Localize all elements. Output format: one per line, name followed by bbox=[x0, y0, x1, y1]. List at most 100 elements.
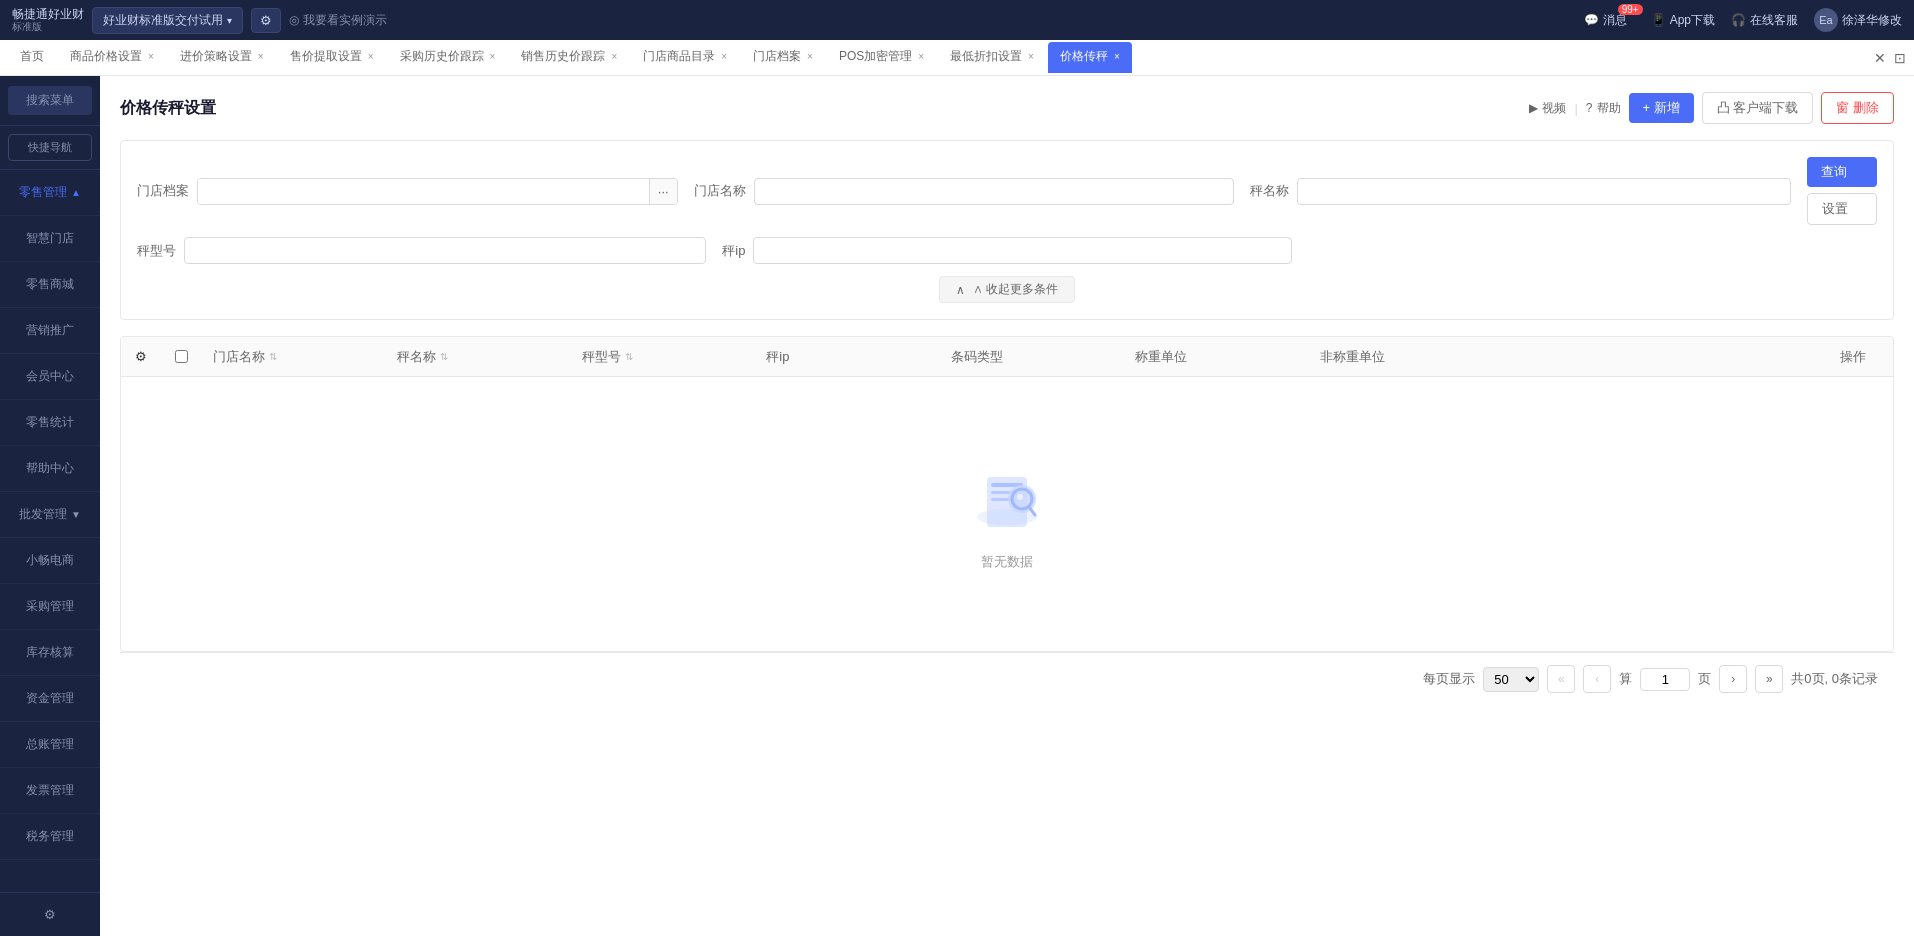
next-page-button[interactable]: › bbox=[1719, 665, 1747, 693]
help-link[interactable]: ? 帮助 bbox=[1586, 100, 1621, 117]
per-page-select[interactable]: 10 20 50 100 bbox=[1483, 667, 1539, 692]
sidebar-item-member-center[interactable]: 会员中心 bbox=[0, 354, 100, 400]
th-scale-model: 秤型号 ⇅ bbox=[570, 348, 754, 366]
page-input[interactable] bbox=[1640, 668, 1690, 691]
sidebar-item-label: 批发管理 bbox=[19, 506, 67, 523]
store-archive-label: 门店档案 bbox=[137, 182, 189, 200]
sidebar-settings-button[interactable]: ⚙ bbox=[0, 892, 100, 936]
tab-close-window-button[interactable]: ✕ bbox=[1874, 50, 1886, 66]
store-archive-input[interactable] bbox=[198, 179, 649, 204]
sidebar-item-label: 税务管理 bbox=[26, 828, 74, 845]
tab-purchase-history[interactable]: 采购历史价跟踪 × bbox=[388, 42, 508, 73]
version-selector[interactable]: 好业财标准版交付试用 ▾ bbox=[92, 7, 243, 34]
tab-close-icon[interactable]: × bbox=[258, 51, 264, 62]
add-button[interactable]: + 新增 bbox=[1629, 93, 1694, 123]
sidebar-item-label: 总账管理 bbox=[26, 736, 74, 753]
scale-name-input[interactable] bbox=[1297, 178, 1791, 205]
sidebar-item-invoice[interactable]: 发票管理 bbox=[0, 768, 100, 814]
tab-min-discount[interactable]: 最低折扣设置 × bbox=[938, 42, 1046, 73]
tab-close-icon[interactable]: × bbox=[490, 51, 496, 62]
sidebar-item-retail-mall[interactable]: 零售商城 bbox=[0, 262, 100, 308]
select-all-checkbox[interactable] bbox=[175, 350, 188, 363]
tab-close-icon[interactable]: × bbox=[1114, 51, 1120, 62]
table-settings-cell[interactable]: ⚙ bbox=[121, 349, 161, 364]
settings-icon: ⚙ bbox=[260, 13, 272, 28]
scale-model-input[interactable] bbox=[184, 237, 706, 264]
tab-home[interactable]: 首页 bbox=[8, 42, 56, 73]
tab-close-icon[interactable]: × bbox=[368, 51, 374, 62]
sidebar-item-label: 库存核算 bbox=[26, 644, 74, 661]
table-header: ⚙ 门店名称 ⇅ 秤名称 ⇅ 秤型号 ⇅ bbox=[121, 337, 1893, 377]
tab-price-extract[interactable]: 售价提取设置 × bbox=[278, 42, 386, 73]
video-link[interactable]: ▶ 视频 bbox=[1529, 100, 1566, 117]
tab-maximize-button[interactable]: ⊡ bbox=[1894, 50, 1906, 66]
sidebar-item-label: 会员中心 bbox=[26, 368, 74, 385]
page-suffix-label: 页 bbox=[1698, 670, 1711, 688]
sidebar-item-marketing[interactable]: 营销推广 bbox=[0, 308, 100, 354]
sort-icon[interactable]: ⇅ bbox=[625, 351, 633, 362]
tab-close-icon[interactable]: × bbox=[611, 51, 617, 62]
header-right: 💬 消息 99+ 📱 App下载 🎧 在线客服 Ea 徐泽华修改 bbox=[1576, 8, 1902, 32]
page-label: 算 bbox=[1619, 670, 1632, 688]
quick-nav-area: 快捷导航 bbox=[0, 126, 100, 170]
store-archive-input-container: ··· bbox=[197, 178, 678, 205]
tab-store-archive[interactable]: 门店档案 × bbox=[741, 42, 825, 73]
divider: | bbox=[1574, 101, 1577, 116]
user-avatar-button[interactable]: Ea 徐泽华修改 bbox=[1814, 8, 1902, 32]
settings-query-button[interactable]: 设置 bbox=[1807, 193, 1877, 225]
sort-icon[interactable]: ⇅ bbox=[440, 351, 448, 362]
sidebar-item-tax[interactable]: 税务管理 bbox=[0, 814, 100, 860]
tab-bar-right: ✕ ⊡ bbox=[1874, 50, 1906, 66]
first-page-button[interactable]: « bbox=[1547, 665, 1575, 693]
table-checkbox-all[interactable] bbox=[161, 350, 201, 363]
prev-page-button[interactable]: ‹ bbox=[1583, 665, 1611, 693]
delete-button[interactable]: 窗 删除 bbox=[1821, 92, 1894, 124]
sidebar-item-ecommerce[interactable]: 小畅电商 bbox=[0, 538, 100, 584]
sidebar-item-purchase-management[interactable]: 采购管理 bbox=[0, 584, 100, 630]
sidebar-item-general-ledger[interactable]: 总账管理 bbox=[0, 722, 100, 768]
tab-close-icon[interactable]: × bbox=[807, 51, 813, 62]
filter-scale-model: 秤型号 bbox=[137, 237, 706, 264]
scale-ip-input[interactable] bbox=[753, 237, 1291, 264]
collapse-filter-button[interactable]: ∧ ∧ 收起更多条件 bbox=[939, 276, 1075, 303]
search-menu-button[interactable]: 搜索菜单 bbox=[8, 86, 92, 115]
sidebar-item-retail-stats[interactable]: 零售统计 bbox=[0, 400, 100, 446]
tab-sales-history[interactable]: 销售历史价跟踪 × bbox=[509, 42, 629, 73]
sort-icon[interactable]: ⇅ bbox=[269, 351, 277, 362]
tab-bar: 首页 商品价格设置 × 进价策略设置 × 售价提取设置 × 采购历史价跟踪 × … bbox=[0, 40, 1914, 76]
tab-close-icon[interactable]: × bbox=[721, 51, 727, 62]
store-archive-ellipsis-button[interactable]: ··· bbox=[649, 179, 677, 204]
tab-close-icon[interactable]: × bbox=[1028, 51, 1034, 62]
tab-close-icon[interactable]: × bbox=[148, 51, 154, 62]
filter-scale-name: 秤名称 bbox=[1250, 178, 1791, 205]
message-button[interactable]: 💬 消息 99+ bbox=[1576, 12, 1635, 29]
app-download-button[interactable]: 📱 App下载 bbox=[1651, 12, 1715, 29]
tab-close-icon[interactable]: × bbox=[918, 51, 924, 62]
app-logo: 畅捷通好业财 标准版 bbox=[12, 7, 84, 33]
last-page-button[interactable]: » bbox=[1755, 665, 1783, 693]
sidebar-item-finance[interactable]: 资金管理 bbox=[0, 676, 100, 722]
tab-price-scale[interactable]: 价格传秤 × bbox=[1048, 42, 1132, 73]
th-barcode-type: 条码类型 bbox=[939, 348, 1123, 366]
headset-icon: 🎧 bbox=[1731, 13, 1746, 27]
tab-purchase-strategy[interactable]: 进价策略设置 × bbox=[168, 42, 276, 73]
sidebar-item-wholesale-management[interactable]: 批发管理 ▼ bbox=[0, 492, 100, 538]
tab-product-price[interactable]: 商品价格设置 × bbox=[58, 42, 166, 73]
tab-store-catalog[interactable]: 门店商品目录 × bbox=[631, 42, 739, 73]
store-name-input[interactable] bbox=[754, 178, 1235, 205]
filter-area: 门店档案 ··· 门店名称 秤名称 bbox=[120, 140, 1894, 320]
demo-button[interactable]: ◎ 我要看实例演示 bbox=[289, 12, 387, 29]
th-scale-ip: 秤ip bbox=[754, 348, 938, 366]
svg-point-8 bbox=[1017, 494, 1023, 500]
quick-nav-button[interactable]: 快捷导航 bbox=[8, 134, 92, 161]
filter-store-archive: 门店档案 ··· bbox=[137, 178, 678, 205]
query-button[interactable]: 查询 bbox=[1807, 157, 1877, 187]
sidebar-item-retail-management[interactable]: 零售管理 ▲ bbox=[0, 170, 100, 216]
header-settings-button[interactable]: ⚙ bbox=[251, 8, 281, 33]
online-service-button[interactable]: 🎧 在线客服 bbox=[1731, 12, 1798, 29]
sidebar-item-inventory[interactable]: 库存核算 bbox=[0, 630, 100, 676]
tab-pos-management[interactable]: POS加密管理 × bbox=[827, 42, 936, 73]
sidebar-item-smart-store[interactable]: 智慧门店 bbox=[0, 216, 100, 262]
download-client-button[interactable]: 凸 客户端下载 bbox=[1702, 92, 1814, 124]
sidebar-item-help-center[interactable]: 帮助中心 bbox=[0, 446, 100, 492]
